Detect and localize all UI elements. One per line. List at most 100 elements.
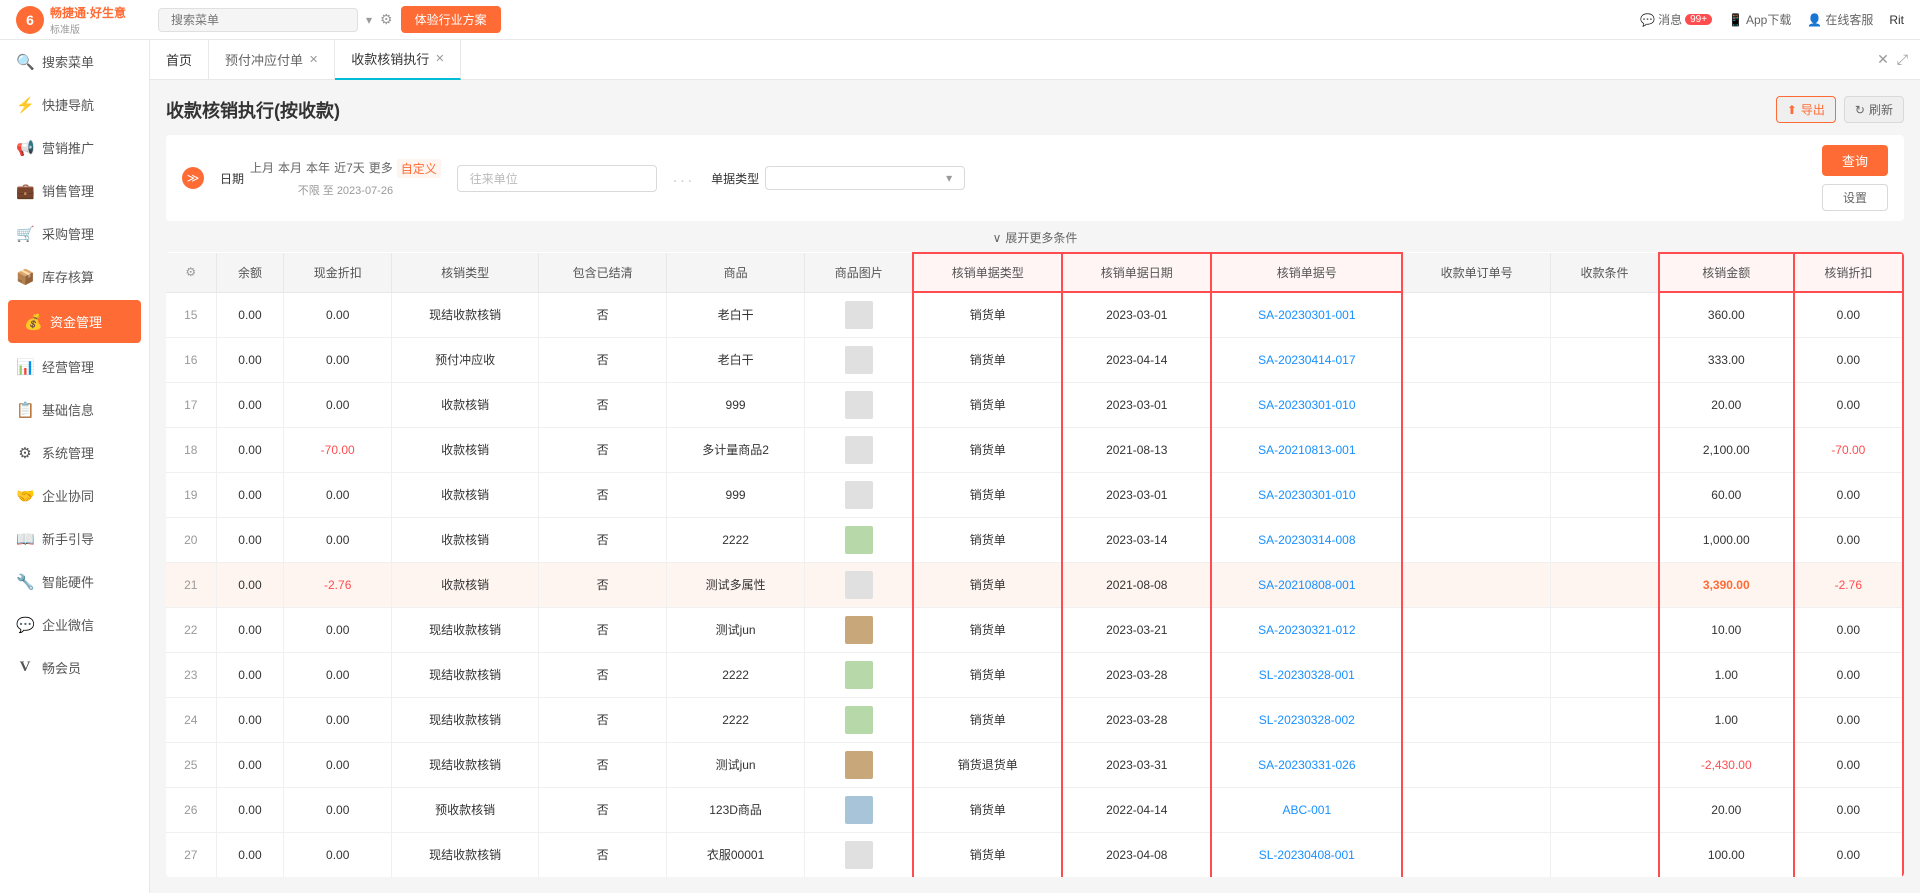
logo-icon: 6 [16,6,44,34]
row-cash-discount: 0.00 [284,382,392,427]
sidebar-item-member[interactable]: V 畅会员 [0,646,149,689]
row-goods-img [805,562,913,607]
query-button[interactable]: 查询 [1822,145,1888,176]
sidebar-item-hardware[interactable]: 🔧 智能硬件 [0,560,149,603]
restore-icon[interactable]: ⤢ [1897,51,1908,68]
sidebar-item-inventory[interactable]: 📦 库存核算 [0,255,149,298]
sidebar-item-purchase[interactable]: 🛒 采购管理 [0,212,149,255]
table-row: 17 0.00 0.00 收款核销 否 999 销货单 2023-03-01 S… [166,382,1903,427]
user-name[interactable]: Rit [1889,13,1904,27]
close-cancel-tab[interactable]: ✕ [435,52,444,65]
row-cancel-bill-type: 销货单 [913,427,1062,472]
row-goods-img [805,832,913,877]
table-header-row: ⚙ 余额 现金折扣 核销类型 包含已结清 商品 商品图片 核销单据类型 核销单据… [166,253,1903,292]
tab-prepay[interactable]: 预付冲应付单 ✕ [209,40,335,80]
export-button[interactable]: ⬆ 导出 [1776,96,1836,123]
row-cancel-bill-date: 2023-03-31 [1062,742,1211,787]
row-balance: 0.00 [216,742,284,787]
dropdown-arrow[interactable]: ▾ [366,13,372,27]
row-cancel-bill-no[interactable]: SA-20230314-008 [1211,517,1402,562]
type-select[interactable]: ▾ [765,166,965,190]
app-icon: 📱 [1728,13,1743,27]
top-bar-right: 💬 消息 99+ 📱 App下载 👤 在线客服 Rit [1640,11,1904,28]
this-month-btn[interactable]: 本月 [278,159,302,178]
row-cancel-bill-no[interactable]: SA-20230301-001 [1211,292,1402,337]
row-cancel-bill-date: 2023-03-21 [1062,607,1211,652]
settings-gear-icon[interactable]: ⚙ [380,11,393,28]
row-receipt-order-no [1402,787,1550,832]
row-cancel-bill-no[interactable]: SA-20230321-012 [1211,607,1402,652]
row-cancel-discount: 0.00 [1794,337,1903,382]
row-cancel-bill-type: 销货单 [913,292,1062,337]
sidebar-item-basic[interactable]: 📋 基础信息 [0,388,149,431]
row-included: 否 [539,472,666,517]
row-cancel-amount: 1.00 [1659,652,1794,697]
sidebar-item-quicknav[interactable]: ⚡ 快捷导航 [0,83,149,126]
row-cash-discount: 0.00 [284,652,392,697]
tab-cancel[interactable]: 收款核销执行 ✕ [335,40,461,80]
row-cancel-discount: 0.00 [1794,292,1903,337]
online-service-btn[interactable]: 👤 在线客服 [1807,11,1873,28]
row-included: 否 [539,787,666,832]
filter-bar: ≫ 日期 上月 本月 本年 近7天 更多 自定义 不限 至 2023-07-26 [166,135,1904,221]
row-goods: 2222 [666,652,805,697]
row-cancel-bill-no[interactable]: SL-20230328-001 [1211,652,1402,697]
expand-conditions-btn[interactable]: ∨ 展开更多条件 [993,229,1078,246]
sidebar-item-wechat[interactable]: 💬 企业微信 [0,603,149,646]
row-cancel-amount: 1.00 [1659,697,1794,742]
sidebar-item-finance[interactable]: 💰 资金管理 [8,300,141,343]
row-receipt-condition [1550,652,1658,697]
sidebar-item-marketing[interactable]: 📢 营销推广 [0,126,149,169]
row-receipt-condition [1550,337,1658,382]
sidebar-item-search[interactable]: 🔍 搜索菜单 [0,40,149,83]
row-cancel-type: 现结收款核销 [392,652,539,697]
custom-date-btn[interactable]: 自定义 [397,159,441,178]
row-cancel-amount: 20.00 [1659,382,1794,427]
sidebar-item-sales[interactable]: 💼 销售管理 [0,169,149,212]
sidebar-item-management[interactable]: 📊 经营管理 [0,345,149,388]
row-receipt-order-no [1402,292,1550,337]
settings-button[interactable]: 设置 [1822,184,1888,211]
row-cancel-bill-no[interactable]: SA-20230331-026 [1211,742,1402,787]
row-cancel-bill-no[interactable]: SA-20230414-017 [1211,337,1402,382]
row-cancel-bill-no[interactable]: ABC-001 [1211,787,1402,832]
row-cancel-bill-no[interactable]: SL-20230408-001 [1211,832,1402,877]
row-receipt-condition [1550,787,1658,832]
row-cash-discount: 0.00 [284,832,392,877]
refresh-button[interactable]: ↻ 刷新 [1844,96,1904,123]
last-month-btn[interactable]: 上月 [250,159,274,178]
sidebar: 🔍 搜索菜单 ⚡ 快捷导航 📢 营销推广 💼 销售管理 🛒 采购管理 📦 库存核… [0,40,150,893]
row-cancel-bill-no[interactable]: SA-20230301-010 [1211,382,1402,427]
industry-btn[interactable]: 体验行业方案 [401,6,501,33]
close-prepay-tab[interactable]: ✕ [309,53,318,66]
row-id: 25 [166,742,216,787]
column-settings-icon[interactable]: ⚙ [185,265,196,279]
more-dates-btn[interactable]: 更多 [369,159,393,178]
sidebar-item-guide[interactable]: 📖 新手引导 [0,517,149,560]
row-cancel-amount: 60.00 [1659,472,1794,517]
filter-expand-btn[interactable]: ≫ [182,167,204,189]
close-all-icon[interactable]: ✕ [1877,51,1889,68]
this-year-btn[interactable]: 本年 [306,159,330,178]
app-download-btn[interactable]: 📱 App下载 [1728,11,1791,28]
row-cancel-bill-no[interactable]: SA-20210813-001 [1211,427,1402,472]
col-cancel-bill-date: 核销单据日期 [1062,253,1211,292]
unit-input[interactable]: 往来单位 [457,165,657,192]
last-7days-btn[interactable]: 近7天 [334,159,365,178]
row-cancel-discount: 0.00 [1794,472,1903,517]
megaphone-icon: 📢 [16,139,34,157]
row-cancel-bill-no[interactable]: SA-20210808-001 [1211,562,1402,607]
row-cancel-bill-no[interactable]: SA-20230301-010 [1211,472,1402,517]
sidebar-item-system[interactable]: ⚙ 系统管理 [0,431,149,474]
search-input[interactable] [158,8,358,32]
row-receipt-condition [1550,427,1658,472]
row-id: 20 [166,517,216,562]
row-cancel-bill-date: 2023-03-01 [1062,292,1211,337]
tab-home[interactable]: 首页 [150,40,209,80]
messages-btn[interactable]: 💬 消息 99+ [1640,11,1712,28]
sidebar-item-enterprise[interactable]: 🤝 企业协同 [0,474,149,517]
row-balance: 0.00 [216,292,284,337]
row-cancel-bill-no[interactable]: SL-20230328-002 [1211,697,1402,742]
table-row: 25 0.00 0.00 现结收款核销 否 测试jun 销货退货单 2023-0… [166,742,1903,787]
row-cancel-bill-type: 销货单 [913,472,1062,517]
